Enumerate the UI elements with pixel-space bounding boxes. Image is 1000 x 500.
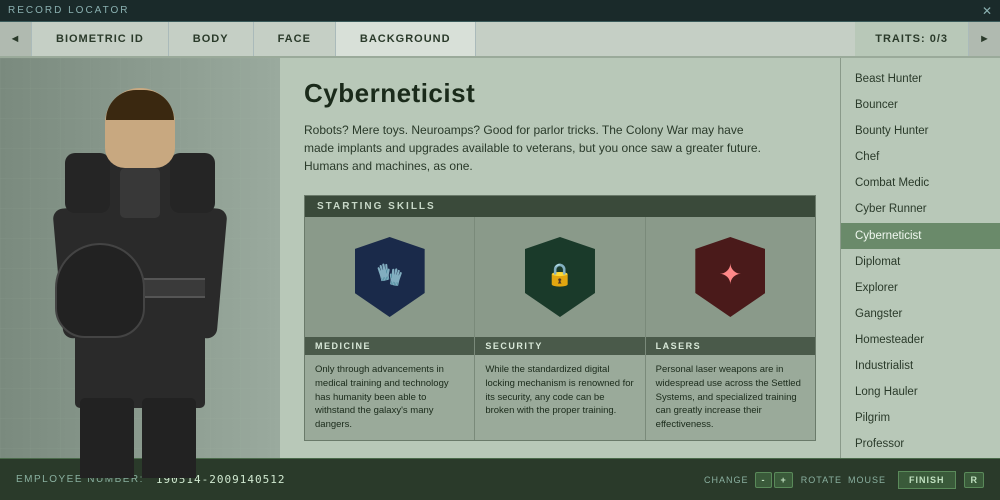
key-plus[interactable]: +	[774, 472, 793, 488]
sidebar-item-explorer[interactable]: Explorer	[841, 275, 1000, 301]
character-helmet	[55, 243, 145, 338]
lasers-icon-area: ✦	[646, 217, 815, 337]
finish-button[interactable]: FINISH	[898, 471, 956, 489]
bottom-buttons: CHANGE - + ROTATE MOUSE FINISH R	[704, 471, 984, 489]
security-name: SECURITY	[475, 337, 644, 355]
next-icon: ►	[979, 33, 990, 45]
close-icon[interactable]: ✕	[982, 4, 992, 18]
background-list: Beast HunterBouncerBounty HunterChefComb…	[840, 58, 1000, 478]
skills-header: STARTING SKILLS	[305, 196, 815, 217]
security-badge: 🔒	[525, 237, 595, 317]
tab-traits[interactable]: TRAITS: 0/3	[855, 22, 968, 56]
rotate-label: ROTATE	[801, 475, 842, 485]
background-title: Cyberneticist	[304, 78, 816, 109]
skills-section: STARTING SKILLS 🧤 MEDICINE Only through …	[304, 195, 816, 441]
nav-tabs: ◄ BIOMETRIC ID BODY FACE BACKGROUND TRAI…	[0, 22, 1000, 58]
lasers-name: LASERS	[646, 337, 815, 355]
sidebar-item-professor[interactable]: Professor	[841, 431, 1000, 457]
tab-body[interactable]: BODY	[169, 22, 254, 56]
leg-right	[142, 398, 196, 478]
sidebar-item-cyber-runner[interactable]: Cyber Runner	[841, 196, 1000, 222]
nav-next-button[interactable]: ►	[968, 22, 1000, 56]
rotate-group: ROTATE MOUSE	[801, 475, 890, 485]
main-content: Cyberneticist Robots? Mere toys. Neuroam…	[0, 58, 1000, 478]
medicine-icon: 🧤	[350, 232, 430, 322]
character-image	[10, 78, 270, 478]
skill-card-lasers: ✦ LASERS Personal laser weapons are in w…	[646, 217, 815, 440]
security-icon-area: 🔒	[475, 217, 644, 337]
mouse-label: MOUSE	[848, 475, 886, 485]
sidebar-item-beast-hunter[interactable]: Beast Hunter	[841, 66, 1000, 92]
change-group: CHANGE - +	[704, 472, 793, 488]
sidebar-item-pilgrim[interactable]: Pilgrim	[841, 405, 1000, 431]
sidebar-item-long-hauler[interactable]: Long Hauler	[841, 379, 1000, 405]
character-head	[105, 88, 175, 168]
record-locator-title: RECORD LOCATOR	[8, 5, 130, 16]
medicine-name: MEDICINE	[305, 337, 474, 355]
tab-background[interactable]: BACKGROUND	[336, 22, 476, 56]
sidebar-item-bouncer[interactable]: Bouncer	[841, 92, 1000, 118]
security-description: While the standardized digital locking m…	[475, 355, 644, 440]
sidebar-item-bounty-hunter[interactable]: Bounty Hunter	[841, 118, 1000, 144]
prev-icon: ◄	[10, 33, 22, 45]
character-legs	[80, 398, 200, 478]
sidebar-item-combat-medic[interactable]: Combat Medic	[841, 170, 1000, 196]
change-label: CHANGE	[704, 475, 749, 485]
key-minus[interactable]: -	[755, 472, 772, 488]
sidebar-item-homesteader[interactable]: Homesteader	[841, 327, 1000, 353]
nav-prev-button[interactable]: ◄	[0, 22, 32, 56]
shoulder-left	[65, 153, 110, 213]
sidebar-item-gangster[interactable]: Gangster	[841, 301, 1000, 327]
key-r[interactable]: R	[964, 472, 985, 488]
character-panel	[0, 58, 280, 478]
lasers-badge: ✦	[695, 237, 765, 317]
security-icon: 🔒	[520, 232, 600, 322]
skills-grid: 🧤 MEDICINE Only through advancements in …	[305, 217, 815, 440]
suit-detail	[120, 168, 160, 218]
tab-face[interactable]: FACE	[254, 22, 336, 56]
background-description: Robots? Mere toys. Neuroamps? Good for p…	[304, 121, 764, 175]
info-panel: Cyberneticist Robots? Mere toys. Neuroam…	[280, 58, 840, 478]
character-body	[50, 88, 230, 478]
medicine-description: Only through advancements in medical tra…	[305, 355, 474, 440]
medicine-icon-area: 🧤	[305, 217, 474, 337]
sidebar-item-chef[interactable]: Chef	[841, 144, 1000, 170]
lasers-description: Personal laser weapons are in widespread…	[646, 355, 815, 440]
skill-card-medicine: 🧤 MEDICINE Only through advancements in …	[305, 217, 475, 440]
sidebar-item-diplomat[interactable]: Diplomat	[841, 249, 1000, 275]
medicine-badge: 🧤	[355, 237, 425, 317]
character-hair	[106, 90, 174, 120]
lasers-icon: ✦	[690, 232, 770, 322]
sidebar-item-cyberneticist[interactable]: Cyberneticist	[841, 223, 1000, 249]
top-bar: RECORD LOCATOR ✕	[0, 0, 1000, 22]
leg-left	[80, 398, 134, 478]
shoulder-right	[170, 153, 215, 213]
sidebar-item-industrialist[interactable]: Industrialist	[841, 353, 1000, 379]
tab-biometric[interactable]: BIOMETRIC ID	[32, 22, 169, 56]
skill-card-security: 🔒 SECURITY While the standardized digita…	[475, 217, 645, 440]
